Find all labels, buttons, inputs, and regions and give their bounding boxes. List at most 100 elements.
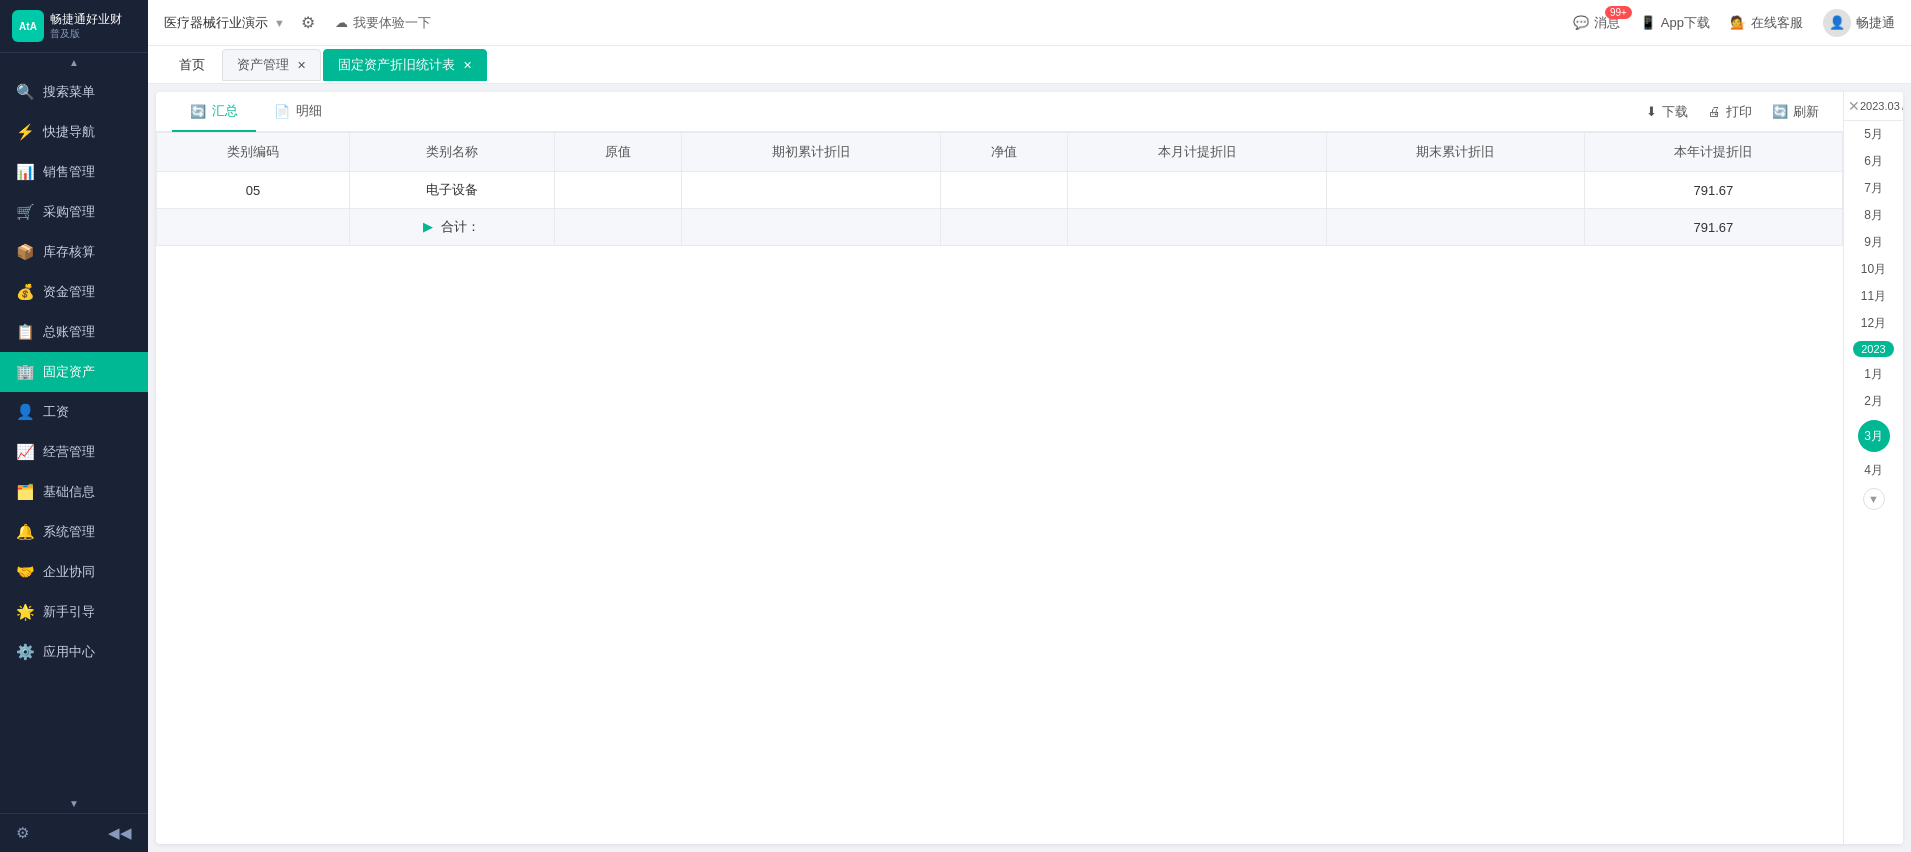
app-center-icon: ⚙️ (16, 643, 35, 661)
refresh-button[interactable]: 🔄 刷新 (1764, 99, 1827, 125)
customer-service-button[interactable]: 💁 在线客服 (1730, 14, 1803, 32)
cloud-icon: ☁ (335, 15, 348, 30)
date-month-6[interactable]: 6月 (1844, 148, 1903, 175)
date-month-8[interactable]: 8月 (1844, 202, 1903, 229)
date-panel-close-icon[interactable]: ✕ (1848, 98, 1860, 114)
total-net-value (940, 209, 1068, 246)
tab-label: 首页 (179, 56, 205, 74)
date-month-12[interactable]: 12月 (1844, 310, 1903, 337)
col-net-value: 净值 (940, 133, 1068, 172)
print-button[interactable]: 🖨 打印 (1700, 99, 1760, 125)
system-icon: 🔔 (16, 523, 35, 541)
sidebar-item-label: 固定资产 (43, 363, 95, 381)
cell-closing-dep (1326, 172, 1584, 209)
date-month-4[interactable]: 4月 (1844, 457, 1903, 484)
experience-button[interactable]: ☁ 我要体验一下 (335, 14, 431, 32)
sidebar-item-operations[interactable]: 📈 经营管理 (0, 432, 148, 472)
detail-icon: 📄 (274, 104, 290, 119)
message-button[interactable]: 💬 消息 99+ (1573, 14, 1620, 32)
sidebar-item-payroll[interactable]: 👤 工资 (0, 392, 148, 432)
date-month-10[interactable]: 10月 (1844, 256, 1903, 283)
enterprise-icon: 🤝 (16, 563, 35, 581)
download-label: 下载 (1662, 103, 1688, 121)
sidebar-item-sales[interactable]: 📊 销售管理 (0, 152, 148, 192)
sidebar-settings-icon[interactable]: ⚙ (16, 824, 29, 842)
payroll-icon: 👤 (16, 403, 35, 421)
active-month-wrapper: 3月 (1844, 415, 1903, 457)
user-menu[interactable]: 👤 畅捷通 (1823, 9, 1895, 37)
sidebar-item-enterprise[interactable]: 🤝 企业协同 (0, 552, 148, 592)
sidebar-item-app-center[interactable]: ⚙️ 应用中心 (0, 632, 148, 672)
username-label: 畅捷通 (1856, 14, 1895, 32)
tab-close-icon[interactable]: ✕ (463, 59, 472, 72)
avatar: 👤 (1823, 9, 1851, 37)
company-dropdown-arrow: ▼ (274, 17, 285, 29)
subtab-detail[interactable]: 📄 明细 (256, 92, 340, 132)
date-panel-expand-icon[interactable]: ⤢ (1900, 98, 1903, 114)
sidebar-item-guide[interactable]: 🌟 新手引导 (0, 592, 148, 632)
col-opening-dep: 期初累计折旧 (682, 133, 940, 172)
date-nav-down[interactable]: ▼ (1863, 488, 1885, 510)
date-month-7[interactable]: 7月 (1844, 175, 1903, 202)
total-original (554, 209, 682, 246)
total-monthly-dep (1068, 209, 1326, 246)
sidebar-item-label: 总账管理 (43, 323, 95, 341)
app-download-button[interactable]: 📱 App下载 (1640, 14, 1710, 32)
search-icon: 🔍 (16, 83, 35, 101)
tab-asset-mgmt[interactable]: 资产管理 ✕ (222, 49, 321, 81)
sidebar-item-finance[interactable]: 💰 资金管理 (0, 272, 148, 312)
sidebar-collapse-icon[interactable]: ◀◀ (108, 824, 132, 842)
date-month-11[interactable]: 11月 (1844, 283, 1903, 310)
sidebar-item-label: 企业协同 (43, 563, 95, 581)
message-badge: 99+ (1605, 6, 1632, 19)
sidebar-item-quick-nav[interactable]: ⚡ 快捷导航 (0, 112, 148, 152)
cell-code: 05 (157, 172, 350, 209)
sidebar-item-inventory[interactable]: 📦 库存核算 (0, 232, 148, 272)
cell-name: 电子设备 (350, 172, 555, 209)
cell-opening-dep (682, 172, 940, 209)
tab-depreciation-table[interactable]: 固定资产折旧统计表 ✕ (323, 49, 487, 81)
app-name: 畅捷通好业财 (50, 11, 122, 28)
sidebar-item-label: 新手引导 (43, 603, 95, 621)
sidebar-item-ledger[interactable]: 📋 总账管理 (0, 312, 148, 352)
subtab-summary[interactable]: 🔄 汇总 (172, 92, 256, 132)
sidebar-item-search[interactable]: 🔍 搜索菜单 (0, 72, 148, 112)
experience-label: 我要体验一下 (353, 14, 431, 32)
sidebar-item-system[interactable]: 🔔 系统管理 (0, 512, 148, 552)
sidebar-item-base-info[interactable]: 🗂️ 基础信息 (0, 472, 148, 512)
total-empty-code (157, 209, 350, 246)
summary-icon: 🔄 (190, 104, 206, 119)
date-month-2[interactable]: 2月 (1844, 388, 1903, 415)
date-month-5[interactable]: 5月 (1844, 121, 1903, 148)
sidebar-item-fixed-assets[interactable]: 🏢 固定资产 (0, 352, 148, 392)
refresh-icon: 🔄 (1772, 104, 1788, 119)
col-annual-dep: 本年计提折旧 (1584, 133, 1842, 172)
topbar-right: 💬 消息 99+ 📱 App下载 💁 在线客服 👤 畅捷通 (1573, 9, 1895, 37)
download-button[interactable]: ⬇ 下载 (1638, 99, 1696, 125)
sidebar-item-purchase[interactable]: 🛒 采购管理 (0, 192, 148, 232)
topbar-settings-icon[interactable]: ⚙ (301, 13, 315, 32)
date-month-3-active[interactable]: 3月 (1858, 420, 1890, 452)
finance-icon: 💰 (16, 283, 35, 301)
download-icon: ⬇ (1646, 104, 1657, 119)
sidebar-logo: AtA 畅捷通好业财 普及版 (0, 0, 148, 53)
company-name: 医疗器械行业演示 (164, 14, 268, 32)
topbar: 医疗器械行业演示 ▼ ⚙ ☁ 我要体验一下 💬 消息 99+ 📱 App下载 💁… (148, 0, 1911, 46)
main-area: 医疗器械行业演示 ▼ ⚙ ☁ 我要体验一下 💬 消息 99+ 📱 App下载 💁… (148, 0, 1911, 852)
sidebar-scroll-up[interactable]: ▲ (0, 53, 148, 72)
sidebar-item-label: 搜索菜单 (43, 83, 95, 101)
app-download-icon: 📱 (1640, 15, 1656, 30)
sidebar-scroll-down[interactable]: ▼ (0, 794, 148, 813)
tab-close-icon[interactable]: ✕ (297, 59, 306, 72)
print-icon: 🖨 (1708, 104, 1721, 119)
total-label: ▶ 合计： (350, 209, 555, 246)
sales-icon: 📊 (16, 163, 35, 181)
tab-bar: 首页 资产管理 ✕ 固定资产折旧统计表 ✕ (148, 46, 1911, 84)
year-tag-2023[interactable]: 2023 (1853, 341, 1893, 357)
table-row: 05 电子设备 791.67 (157, 172, 1843, 209)
date-month-1[interactable]: 1月 (1844, 361, 1903, 388)
app-download-label: App下载 (1661, 14, 1710, 32)
company-selector[interactable]: 医疗器械行业演示 ▼ (164, 14, 285, 32)
date-month-9[interactable]: 9月 (1844, 229, 1903, 256)
tab-home[interactable]: 首页 (164, 49, 220, 81)
